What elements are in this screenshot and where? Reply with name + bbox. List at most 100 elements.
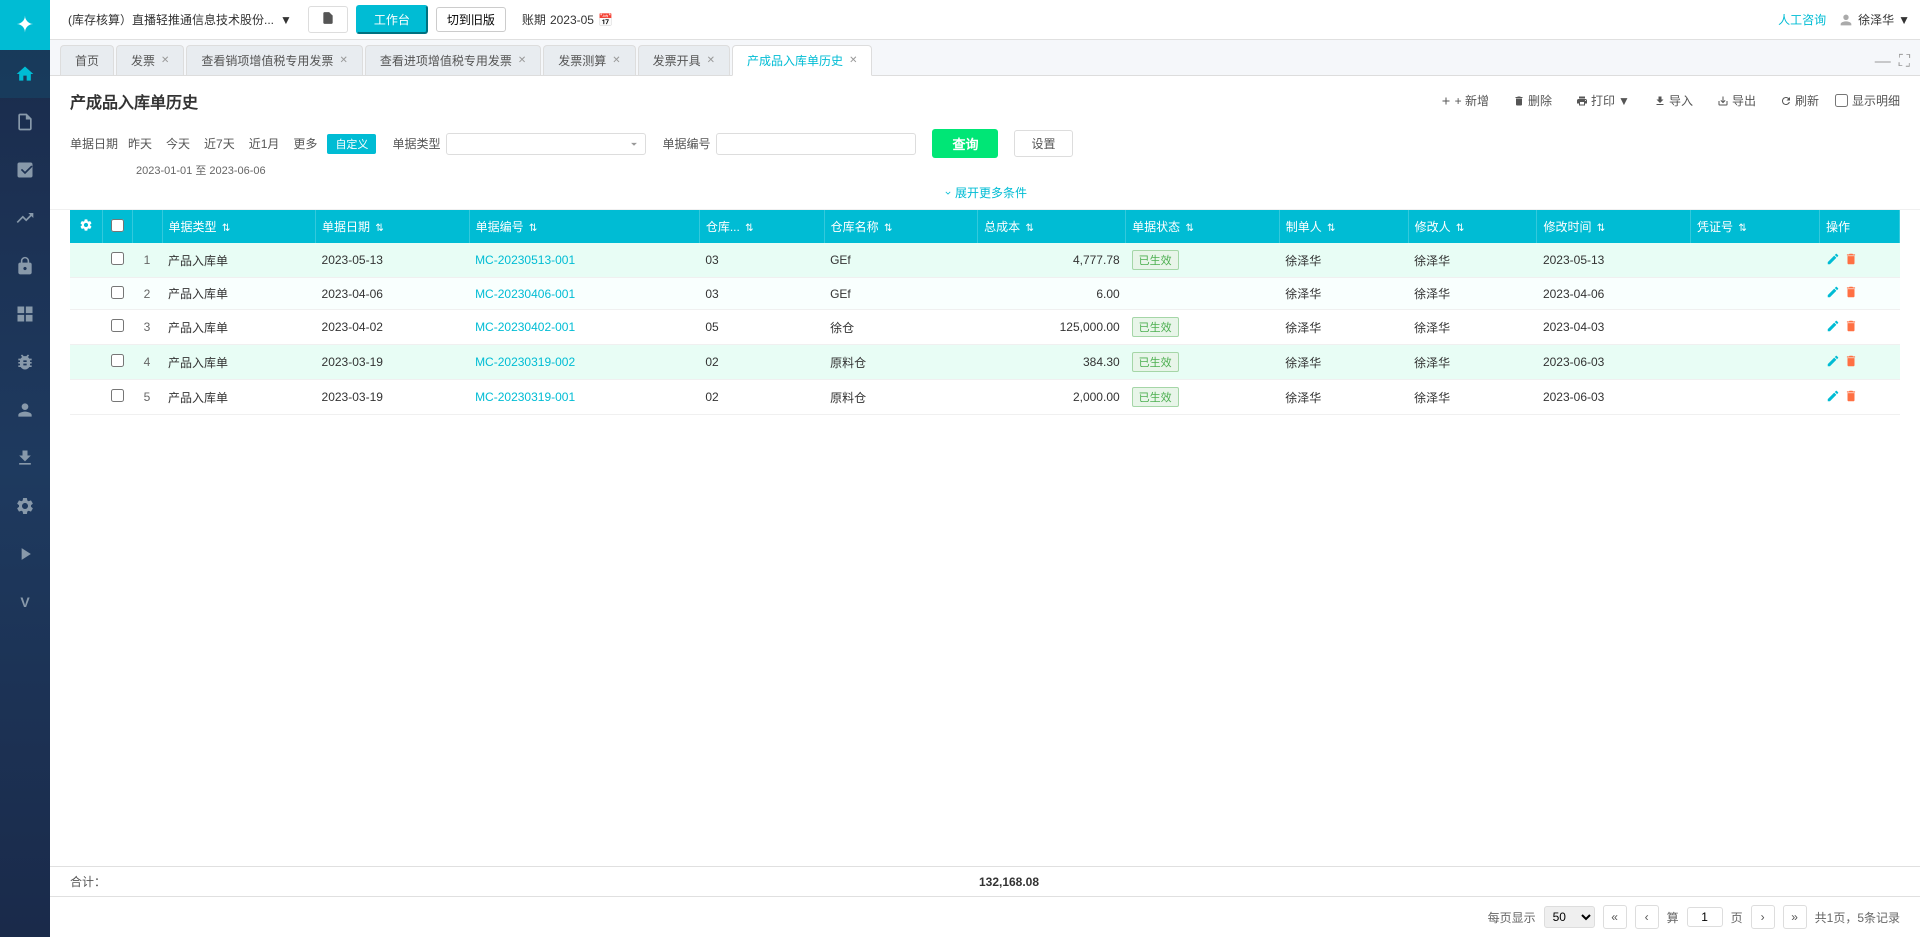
calendar-icon[interactable]: 📅 [598,13,613,27]
page-last-btn[interactable]: » [1783,905,1807,929]
td-doc-no[interactable]: MC-20230319-002 [469,345,699,380]
td-doc-no[interactable]: MC-20230406-001 [469,278,699,310]
row-edit-btn[interactable] [1826,252,1840,269]
page-size-select[interactable]: 50 20 100 [1544,906,1595,928]
tab-issue-close[interactable]: ✕ [707,55,715,66]
sidebar-item-settings[interactable] [0,482,50,530]
row-delete-btn[interactable] [1844,319,1858,336]
date-7days[interactable]: 近7天 [200,133,239,154]
doc-no-link[interactable]: MC-20230319-002 [475,355,575,369]
date-custom[interactable]: 自定义 [327,134,376,154]
td-doc-no[interactable]: MC-20230402-001 [469,310,699,345]
doctype-select[interactable] [446,133,646,155]
sidebar-item-doc[interactable] [0,98,50,146]
tab-sales-vat[interactable]: 查看销项增值税专用发票 ✕ [186,45,362,75]
row-edit-btn[interactable] [1826,319,1840,336]
export-btn[interactable]: 导出 [1709,88,1764,113]
sidebar-item-home[interactable] [0,50,50,98]
doc-no-link[interactable]: MC-20230402-001 [475,320,575,334]
doc-no-link[interactable]: MC-20230513-001 [475,253,575,267]
page-input[interactable] [1687,907,1723,927]
page-prev-btn[interactable]: ‹ [1635,905,1659,929]
filter-setting-btn[interactable]: 设置 [1014,130,1072,157]
td-doc-status: 已生效 [1126,345,1280,380]
sidebar-item-analysis[interactable] [0,194,50,242]
doc-no-link[interactable]: MC-20230406-001 [475,287,575,301]
tab-home[interactable]: 首页 [60,45,114,75]
sidebar-item-download[interactable] [0,434,50,482]
expand-btn[interactable]: 展开更多条件 [943,184,1027,201]
td-checkbox[interactable] [102,278,132,310]
sidebar-item-media[interactable] [0,530,50,578]
sidebar-item-lock[interactable] [0,242,50,290]
tab-history[interactable]: 产成品入库单历史 ✕ [732,45,872,76]
th-total-cost[interactable]: 总成本 ⇅ [978,210,1126,243]
print-btn[interactable]: 打印 ▼ [1568,88,1638,113]
tab-calc-close[interactable]: ✕ [612,55,620,66]
th-settings[interactable] [70,210,102,243]
tab-purchase-vat[interactable]: 查看进项增值税专用发票 ✕ [365,45,541,75]
th-creator[interactable]: 制单人 ⇅ [1279,210,1408,243]
help-label[interactable]: 人工咨询 [1778,11,1826,28]
tab-history-close[interactable]: ✕ [849,55,857,66]
display-toggle-checkbox[interactable] [1835,94,1848,107]
row-edit-btn[interactable] [1826,285,1840,302]
td-doc-no[interactable]: MC-20230319-001 [469,380,699,415]
delete-btn[interactable]: 删除 [1505,88,1560,113]
page-next-btn[interactable]: › [1751,905,1775,929]
td-doc-no[interactable]: MC-20230513-001 [469,243,699,278]
workspace-btn[interactable]: 工作台 [356,5,428,34]
th-voucher-no[interactable]: 凭证号 ⇅ [1690,210,1819,243]
new-btn[interactable]: + 新增 [1432,88,1497,113]
row-delete-btn[interactable] [1844,285,1858,302]
sidebar-item-person[interactable] [0,386,50,434]
select-all-checkbox[interactable] [111,219,124,232]
td-checkbox[interactable] [102,345,132,380]
th-warehouse-name[interactable]: 仓库名称 ⇅ [824,210,978,243]
print-chevron[interactable]: ▼ [1618,94,1630,108]
tab-maximize-btn[interactable]: ⛶ [1899,53,1910,71]
doc-no-link[interactable]: MC-20230319-001 [475,390,575,404]
date-today[interactable]: 今天 [162,133,194,154]
td-checkbox[interactable] [102,243,132,278]
sidebar-item-v[interactable]: V [0,578,50,626]
tab-sales-vat-close[interactable]: ✕ [339,55,347,66]
query-btn[interactable]: 查询 [932,129,998,158]
th-modify-time[interactable]: 修改时间 ⇅ [1537,210,1691,243]
th-doc-date[interactable]: 单据日期 ⇅ [316,210,470,243]
row-edit-btn[interactable] [1826,389,1840,406]
tab-issue[interactable]: 发票开具 ✕ [638,45,730,75]
doc-icon-btn[interactable] [308,6,348,33]
tab-invoice[interactable]: 发票 ✕ [116,45,184,75]
td-checkbox[interactable] [102,380,132,415]
row-delete-btn[interactable] [1844,252,1858,269]
date-1month[interactable]: 近1月 [245,133,284,154]
th-modifier[interactable]: 修改人 ⇅ [1408,210,1537,243]
th-checkbox[interactable] [102,210,132,243]
switch-btn[interactable]: 切到旧版 [436,7,506,32]
docno-input[interactable] [716,133,916,155]
row-delete-btn[interactable] [1844,389,1858,406]
tab-minimize-btn[interactable]: — [1875,53,1891,71]
sidebar-item-warehouse[interactable] [0,338,50,386]
user-chevron[interactable]: ▼ [1898,13,1910,27]
brand-chevron[interactable]: ▼ [280,13,292,27]
tab-invoice-close[interactable]: ✕ [161,55,169,66]
sidebar-item-grid[interactable] [0,290,50,338]
import-btn[interactable]: 导入 [1646,88,1701,113]
th-doc-no[interactable]: 单据编号 ⇅ [469,210,699,243]
refresh-btn[interactable]: 刷新 [1772,88,1827,113]
date-yesterday[interactable]: 昨天 [124,133,156,154]
tab-calc[interactable]: 发票测算 ✕ [543,45,635,75]
row-delete-btn[interactable] [1844,354,1858,371]
td-checkbox[interactable] [102,310,132,345]
th-doc-type[interactable]: 单据类型 ⇅ [162,210,316,243]
row-edit-btn[interactable] [1826,354,1840,371]
sidebar-item-chart[interactable] [0,146,50,194]
th-warehouse-code[interactable]: 仓库... ⇅ [699,210,824,243]
date-more[interactable]: 更多 [289,133,321,154]
display-toggle[interactable]: 显示明细 [1835,92,1900,109]
th-doc-status[interactable]: 单据状态 ⇅ [1126,210,1280,243]
page-first-btn[interactable]: « [1603,905,1627,929]
tab-purchase-vat-close[interactable]: ✕ [518,55,526,66]
